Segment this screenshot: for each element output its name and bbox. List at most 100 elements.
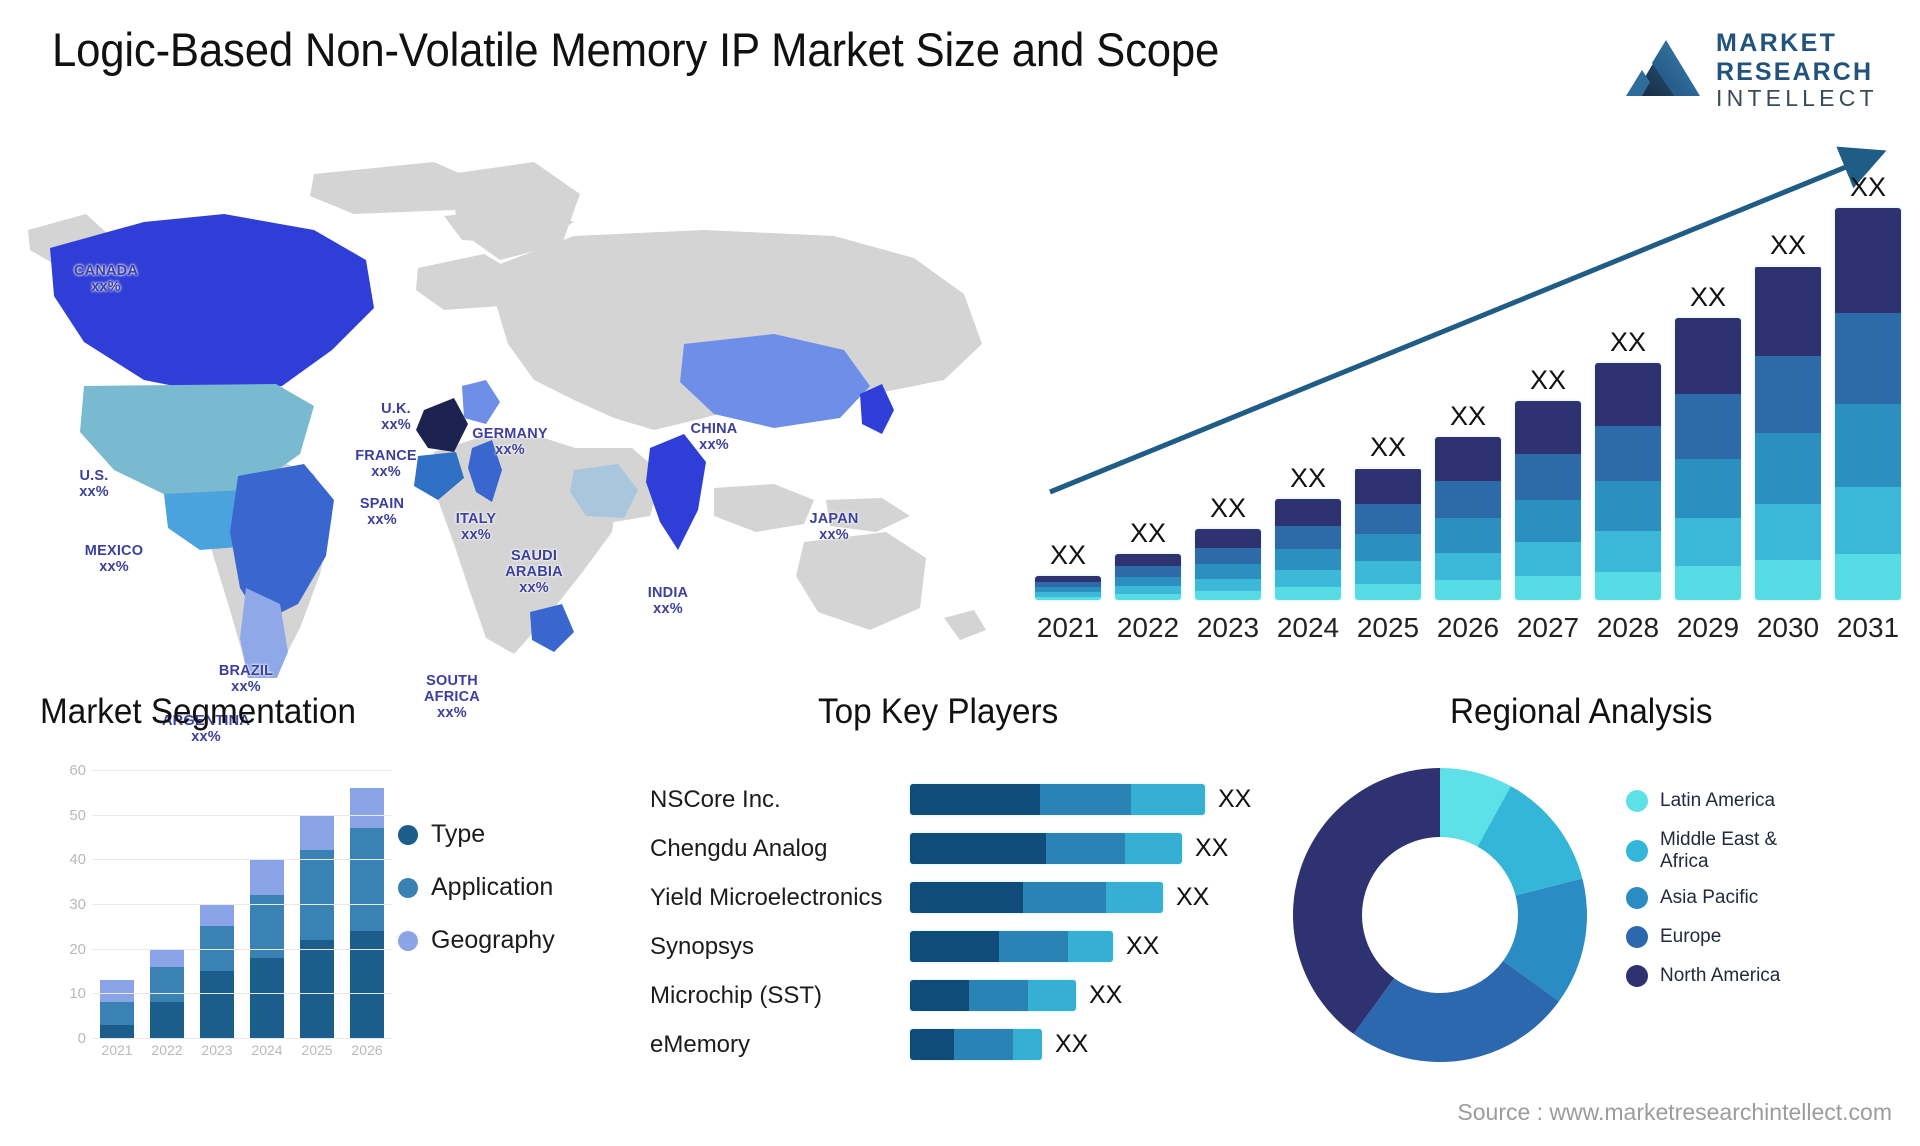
forecast-bar-segment (1595, 531, 1661, 572)
regional-legend-label: Middle East & Africa (1660, 829, 1778, 873)
forecast-bar-segment (1755, 266, 1821, 356)
forecast-bar-segment (1195, 590, 1261, 600)
key-player-row: eMemory XX (650, 1020, 1270, 1069)
forecast-bar-column: XX (1268, 463, 1348, 600)
segmentation-bar-segment (200, 971, 234, 1038)
map-label-canada: CANADA xx% (73, 263, 139, 296)
forecast-stacked-bar (1355, 468, 1421, 600)
players-heading: Top Key Players (818, 692, 1059, 731)
forecast-bar-segment (1115, 593, 1181, 600)
regional-legend-item[interactable]: North America (1626, 965, 1780, 988)
forecast-bar-segment (1595, 571, 1661, 600)
forecast-x-axis: 2021 2022 2023 2024 2025 2026 2027 2028 2029 2030… (1028, 612, 1908, 652)
map-label-spain: SPAIN xx% (359, 496, 405, 529)
forecast-bar-segment (1435, 480, 1501, 519)
segmentation-stacked-bar (100, 979, 134, 1038)
market-segmentation-chart: 60 50 40 30 20 10 0 2021 2022 2023 2024 2025 2026 (30, 762, 400, 1092)
forecast-x-tick: 2030 (1756, 612, 1820, 643)
regional-legend-item[interactable]: Middle East & Africa (1626, 829, 1780, 873)
segmentation-bar-segment (150, 966, 184, 1003)
legend-dot-icon (398, 877, 418, 898)
forecast-bar-segment (1675, 566, 1741, 600)
key-player-bar-segment (1131, 784, 1205, 815)
regional-legend: Latin America Middle East & Africa Asia Pac… (1626, 790, 1780, 1004)
forecast-bar-value-label: XX (1769, 230, 1807, 261)
map-label-south-africa: SOUTH AFRICA xx% (424, 673, 480, 722)
source-attribution: Source : www.marketresearchintellect.com (1457, 1099, 1892, 1125)
segmentation-legend-item[interactable]: Geography (398, 926, 555, 955)
forecast-bar-segment (1675, 459, 1741, 519)
forecast-stacked-bar (1515, 400, 1581, 600)
key-player-bar-segment (910, 833, 1046, 864)
segmentation-x-tick: 2025 (301, 1042, 333, 1058)
map-label-india: INDIA xx% (647, 585, 689, 618)
legend-dot-icon (1626, 965, 1648, 988)
forecast-bar-segment (1435, 552, 1501, 581)
segmentation-stacked-bar (200, 904, 234, 1038)
segmentation-bar-segment (150, 1002, 184, 1038)
regional-heading: Regional Analysis (1450, 692, 1713, 731)
segmentation-x-tick: 2026 (351, 1042, 383, 1058)
key-player-name: NSCore Inc. (650, 785, 781, 813)
map-label-japan: JAPAN xx% (809, 511, 859, 544)
forecast-bar-segment (1835, 553, 1901, 600)
regional-legend-item[interactable]: Europe (1626, 926, 1780, 949)
regional-legend-label: Latin America (1660, 790, 1776, 811)
key-player-value-label: XX (1218, 785, 1252, 813)
forecast-x-tick: 2026 (1436, 612, 1500, 643)
key-player-bar-segment (910, 980, 970, 1011)
segmentation-bar-segment (200, 904, 234, 927)
segmentation-legend-label: Type (431, 820, 486, 848)
segmentation-x-axis: 2021 2022 2023 2024 2025 2026 (92, 1042, 392, 1058)
key-player-name: Microchip (SST) (650, 981, 823, 1009)
regional-legend-item[interactable]: Asia Pacific (1626, 887, 1780, 910)
key-player-bar (910, 784, 1205, 815)
segmentation-bar-column (192, 904, 242, 1038)
segmentation-legend-item[interactable]: Application (398, 873, 555, 902)
forecast-bar-segment (1275, 499, 1341, 527)
key-player-bar-segment (1124, 833, 1182, 864)
forecast-bar-value-label: XX (1609, 326, 1647, 357)
forecast-bar-segment (1515, 542, 1581, 576)
forecast-x-tick: 2028 (1596, 612, 1660, 643)
regional-legend-label: Europe (1660, 926, 1722, 948)
forecast-bar-segment (1835, 486, 1901, 554)
forecast-bar-segment (1355, 533, 1421, 562)
map-label-saudi-arabia: SAUDI ARABIA xx% (505, 548, 563, 597)
forecast-bar-segment (1275, 587, 1341, 600)
forecast-bar-segment (1195, 578, 1261, 591)
key-player-bar-segment (910, 931, 1000, 962)
legend-dot-icon (398, 930, 418, 951)
forecast-bar-segment (1595, 426, 1661, 482)
segmentation-gridline (92, 770, 392, 771)
key-player-bar-segment (969, 980, 1029, 1011)
forecast-stacked-bar (1675, 318, 1741, 600)
key-player-name: Chengdu Analog (650, 834, 828, 862)
forecast-bar-segment (1675, 518, 1741, 567)
key-player-bar-segment (1106, 882, 1163, 913)
segmentation-legend-item[interactable]: Type (398, 820, 555, 849)
segmentation-plot-area: 60 50 40 30 20 10 0 (69, 762, 392, 1047)
segmentation-y-tick: 60 (69, 762, 86, 779)
forecast-bar-column: XX (1748, 230, 1828, 600)
forecast-bar-segment (1275, 526, 1341, 550)
forecast-stacked-bar (1275, 499, 1341, 600)
key-player-bar-segment (910, 882, 1024, 913)
key-player-bar-segment (1023, 882, 1107, 913)
forecast-x-tick: 2025 (1356, 612, 1420, 643)
map-label-france: FRANCE xx% (355, 448, 417, 481)
segmentation-legend-label: Application (431, 873, 554, 901)
forecast-bar-segment (1515, 500, 1581, 543)
regional-legend-item[interactable]: Latin America (1626, 790, 1780, 813)
forecast-bar-segment (1675, 318, 1741, 394)
map-label-mexico: MEXICO xx% (84, 543, 144, 576)
forecast-x-tick: 2031 (1836, 612, 1900, 643)
logo-line-1: MARKET (1716, 29, 1837, 57)
forecast-bar-segment (1675, 393, 1741, 460)
forecast-bar-segment (1035, 596, 1101, 600)
segmentation-x-tick: 2021 (101, 1042, 133, 1058)
key-player-name: Synopsys (650, 932, 755, 960)
page-title: Logic-Based Non-Volatile Memory IP Marke… (52, 23, 1220, 76)
segmentation-bar-segment (300, 814, 334, 851)
forecast-bar-column: XX (1428, 401, 1508, 600)
